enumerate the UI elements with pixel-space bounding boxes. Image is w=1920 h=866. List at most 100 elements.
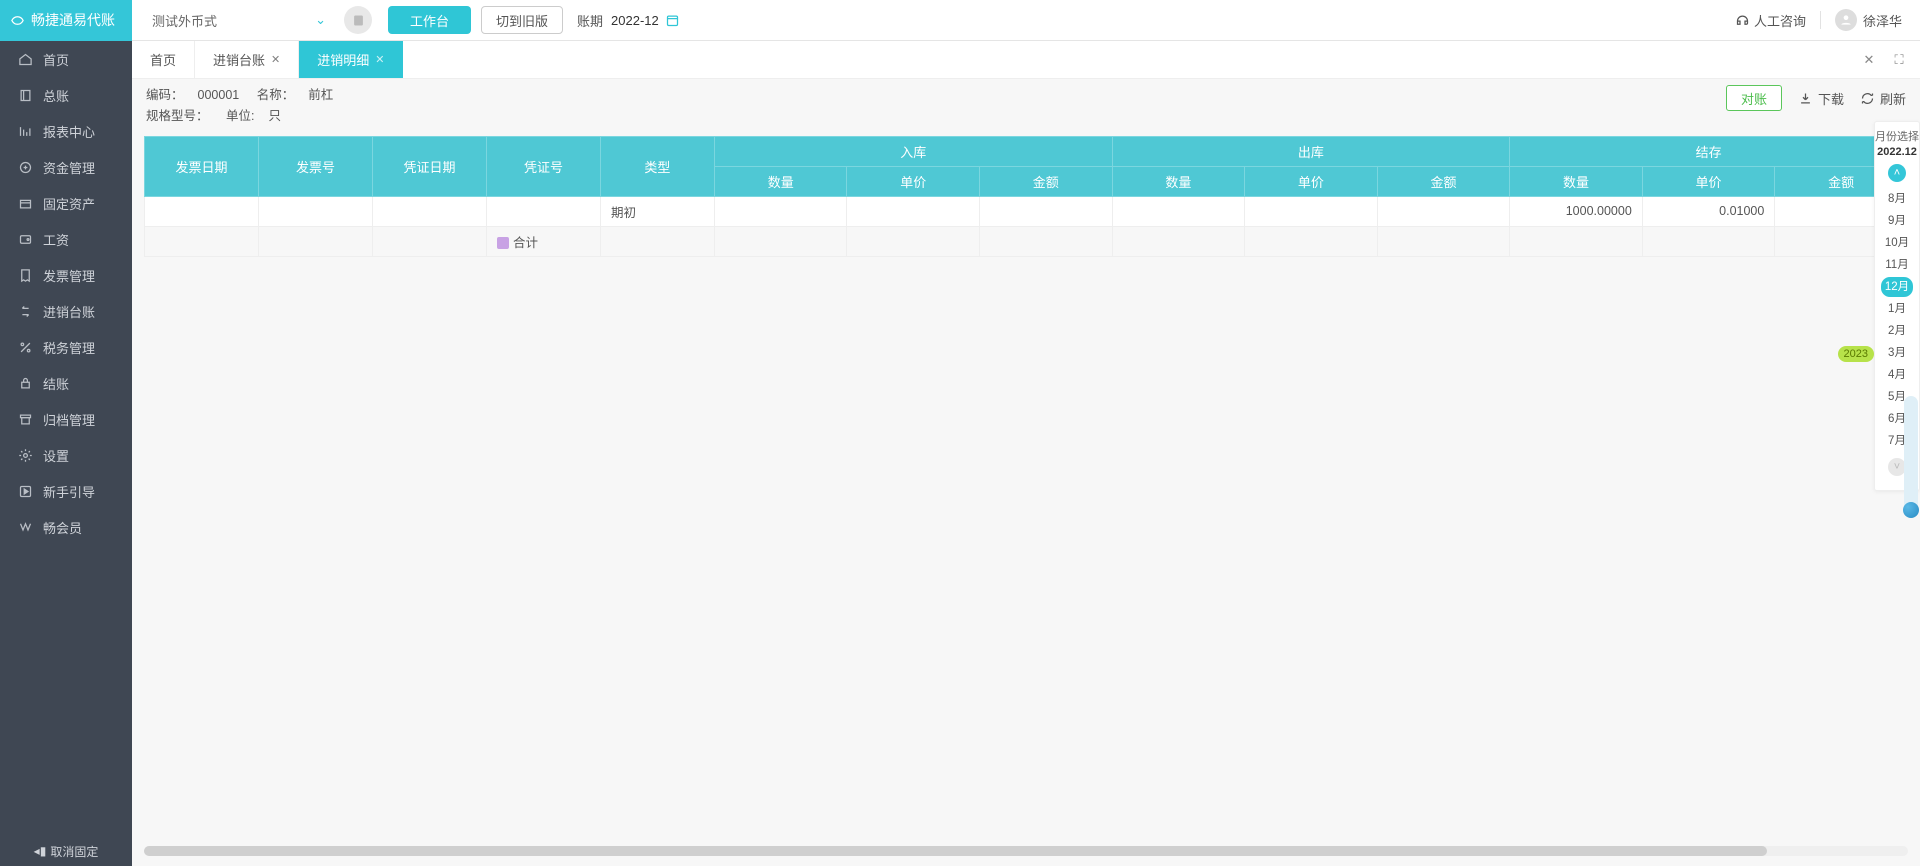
lock-icon [18, 376, 33, 391]
th-voucher-no[interactable]: 凭证号 [486, 136, 600, 196]
tab-detail[interactable]: 进销明细 ✕ [299, 41, 403, 78]
unit-value: 只 [268, 109, 281, 123]
workbench-button[interactable]: 工作台 [388, 6, 471, 34]
download-button[interactable]: 下载 [1798, 89, 1844, 108]
sidebar-unpin[interactable]: ◂▮ 取消固定 [0, 836, 132, 866]
month-item[interactable]: 10月 [1881, 233, 1913, 253]
account-book-select[interactable]: 测试外币式 ⌄ [144, 6, 334, 34]
tabs: 首页 进销台账 ✕ 进销明细 ✕ ✕ ⛶ [132, 41, 1920, 79]
account-book-value: 测试外币式 [152, 11, 217, 30]
month-item[interactable]: 4月 [1881, 365, 1913, 385]
th-invoice-date[interactable]: 发票日期 [145, 136, 259, 196]
table-total-row: 合计 [145, 226, 1908, 256]
sidebar-item-inout[interactable]: 进销台账 [0, 293, 132, 329]
th-in-amt[interactable]: 金额 [980, 166, 1113, 196]
tab-ledger[interactable]: 进销台账 ✕ [195, 41, 299, 78]
th-group-out: 出库 [1112, 136, 1510, 166]
divider [1820, 11, 1821, 29]
sidebar-item-invoice[interactable]: 发票管理 [0, 257, 132, 293]
sidebar-item-settings[interactable]: 设置 [0, 437, 132, 473]
sidebar-item-assets[interactable]: 固定资产 [0, 185, 132, 221]
cell-bal-price: 0.01000 [1642, 196, 1775, 226]
tab-home[interactable]: 首页 [132, 41, 195, 78]
wallet-icon [18, 232, 33, 247]
home-icon [18, 52, 33, 67]
brand: 畅捷通易代账 [0, 0, 132, 41]
sidebar-item-funds[interactable]: 资金管理 [0, 149, 132, 185]
code-value: 000001 [198, 88, 240, 102]
month-item[interactable]: 8月 [1881, 189, 1913, 209]
refresh-button[interactable]: 刷新 [1860, 89, 1906, 108]
month-item-selected[interactable]: 12月 [1881, 277, 1913, 297]
th-in-price[interactable]: 单价 [847, 166, 980, 196]
th-out-price[interactable]: 单价 [1245, 166, 1378, 196]
th-group-in: 入库 [714, 136, 1112, 166]
tab-close-all-button[interactable]: ✕ [1856, 47, 1882, 73]
table-row[interactable]: 期初 1000.00000 0.01000 10. [145, 196, 1908, 226]
sidebar-item-tax[interactable]: 税务管理 [0, 329, 132, 365]
download-icon [1798, 91, 1813, 106]
swap-icon [18, 304, 33, 319]
user-chip[interactable]: 徐泽华 [1835, 9, 1902, 31]
fullscreen-button[interactable]: ⛶ [1886, 47, 1912, 73]
refresh-icon [1860, 91, 1875, 106]
info-row: 编码：000001 名称：前杠 规格型号： 单位:只 对账 下载 [132, 79, 1920, 132]
name-value: 前杠 [308, 88, 333, 102]
brand-icon [10, 13, 25, 28]
switch-old-button[interactable]: 切到旧版 [481, 6, 563, 34]
side-handle[interactable] [1904, 396, 1918, 516]
unit-label: 单位: [226, 109, 254, 123]
notebook-icon [351, 13, 366, 28]
headset-icon [1735, 13, 1750, 28]
period[interactable]: 账期 2022-12 [577, 11, 680, 30]
user-name: 徐泽华 [1863, 11, 1902, 30]
gear-icon [18, 448, 33, 463]
th-invoice-no[interactable]: 发票号 [258, 136, 372, 196]
sidebar-item-ledger[interactable]: 总账 [0, 77, 132, 113]
book-icon [18, 88, 33, 103]
sidebar: 首页 总账 报表中心 资金管理 固定资产 工资 发票管理 进销台账 [0, 41, 132, 866]
th-group-bal: 结存 [1510, 136, 1908, 166]
table-area: 发票日期 发票号 凭证日期 凭证号 类型 入库 出库 结存 数量 单价 金额 数… [132, 132, 1920, 866]
sidebar-item-home[interactable]: 首页 [0, 41, 132, 77]
next-year-badge: 2023 [1838, 346, 1874, 362]
percent-icon [18, 340, 33, 355]
th-type[interactable]: 类型 [600, 136, 714, 196]
brand-text: 畅捷通易代账 [31, 10, 115, 30]
th-out-qty[interactable]: 数量 [1112, 166, 1245, 196]
period-value: 2022-12 [611, 13, 659, 28]
th-bal-price[interactable]: 单价 [1642, 166, 1775, 196]
sidebar-item-close[interactable]: 结账 [0, 365, 132, 401]
sidebar-item-guide[interactable]: 新手引导 [0, 473, 132, 509]
month-item[interactable]: 9月 [1881, 211, 1913, 231]
box-icon [18, 196, 33, 211]
th-in-qty[interactable]: 数量 [714, 166, 847, 196]
reconcile-button[interactable]: 对账 [1726, 85, 1782, 111]
horizontal-scrollbar[interactable] [144, 846, 1908, 856]
sidebar-item-salary[interactable]: 工资 [0, 221, 132, 257]
month-item[interactable]: 1月 [1881, 299, 1913, 319]
support-link[interactable]: 人工咨询 [1735, 11, 1806, 30]
th-bal-qty[interactable]: 数量 [1510, 166, 1643, 196]
coin-icon [18, 160, 33, 175]
sidebar-item-vip[interactable]: 畅会员 [0, 509, 132, 545]
sidebar-item-archive[interactable]: 归档管理 [0, 401, 132, 437]
month-prev-button[interactable]: ˄ [1888, 164, 1906, 182]
close-icon[interactable]: ✕ [271, 53, 280, 66]
month-item[interactable]: 2月 [1881, 321, 1913, 341]
month-panel-current: 2022.12 [1877, 146, 1917, 158]
play-icon [18, 484, 33, 499]
cell-bal-qty: 1000.00000 [1510, 196, 1643, 226]
scrollbar-thumb[interactable] [144, 846, 1767, 856]
item-info: 编码：000001 名称：前杠 规格型号： 单位:只 [146, 85, 347, 128]
sidebar-item-reports[interactable]: 报表中心 [0, 113, 132, 149]
th-out-amt[interactable]: 金额 [1377, 166, 1510, 196]
sum-icon [497, 237, 509, 249]
month-item[interactable]: 11月 [1881, 255, 1913, 275]
month-item[interactable]: 3月 [1881, 343, 1913, 363]
name-label: 名称： [257, 88, 295, 102]
main: 首页 进销台账 ✕ 进销明细 ✕ ✕ ⛶ 编码：000001 名称：前杠 [132, 41, 1920, 866]
th-voucher-date[interactable]: 凭证日期 [372, 136, 486, 196]
close-icon[interactable]: ✕ [375, 53, 384, 66]
ledger-icon[interactable] [344, 6, 372, 34]
